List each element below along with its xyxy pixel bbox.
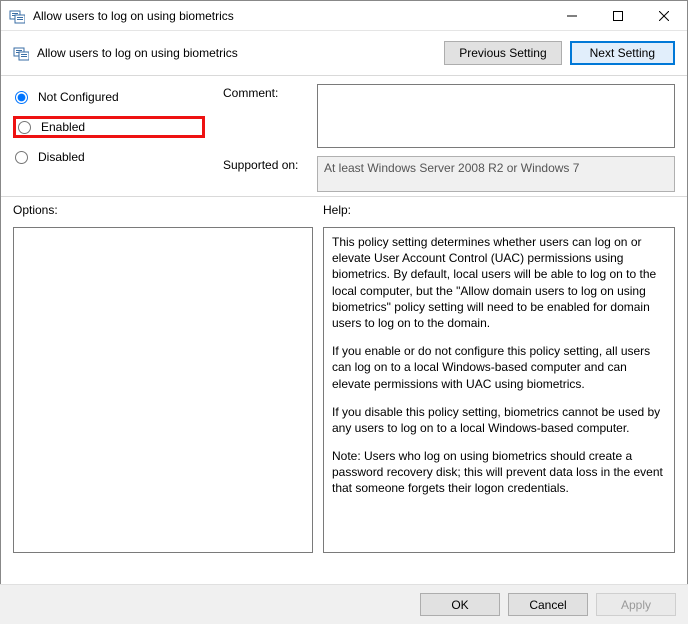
title-bar: Allow users to log on using biometrics bbox=[1, 1, 687, 31]
radio-not-configured-input[interactable] bbox=[15, 91, 28, 104]
help-column: Help: This policy setting determines whe… bbox=[323, 203, 675, 553]
options-label: Options: bbox=[13, 203, 313, 217]
policy-icon bbox=[13, 45, 29, 61]
comment-row: Comment: bbox=[223, 84, 675, 148]
app-icon bbox=[9, 8, 25, 24]
help-paragraph: If you enable or do not configure this p… bbox=[332, 343, 666, 392]
setting-name: Allow users to log on using biometrics bbox=[37, 46, 436, 60]
close-button[interactable] bbox=[641, 1, 687, 31]
header: Allow users to log on using biometrics P… bbox=[1, 31, 687, 75]
supported-value: At least Windows Server 2008 R2 or Windo… bbox=[317, 156, 675, 192]
help-label: Help: bbox=[323, 203, 675, 217]
radio-enabled-label: Enabled bbox=[41, 120, 85, 134]
radio-enabled-input[interactable] bbox=[18, 121, 31, 134]
footer: OK Cancel Apply bbox=[0, 584, 688, 624]
window-title: Allow users to log on using biometrics bbox=[33, 9, 549, 23]
help-paragraph: If you disable this policy setting, biom… bbox=[332, 404, 666, 436]
radio-not-configured[interactable]: Not Configured bbox=[13, 86, 223, 108]
supported-row: Supported on: At least Windows Server 20… bbox=[223, 156, 675, 192]
cancel-button[interactable]: Cancel bbox=[508, 593, 588, 616]
radio-disabled-input[interactable] bbox=[15, 151, 28, 164]
config-area: Not Configured Enabled Disabled Comment:… bbox=[1, 76, 687, 196]
supported-label: Supported on: bbox=[223, 156, 313, 172]
help-box[interactable]: This policy setting determines whether u… bbox=[323, 227, 675, 553]
radio-not-configured-label: Not Configured bbox=[38, 90, 119, 104]
radio-enabled[interactable]: Enabled bbox=[13, 116, 205, 138]
apply-button: Apply bbox=[596, 593, 676, 616]
next-setting-button[interactable]: Next Setting bbox=[570, 41, 675, 65]
fields-column: Comment: Supported on: At least Windows … bbox=[223, 84, 675, 192]
comment-label: Comment: bbox=[223, 84, 313, 100]
ok-button[interactable]: OK bbox=[420, 593, 500, 616]
options-column: Options: bbox=[13, 203, 313, 553]
state-radios: Not Configured Enabled Disabled bbox=[13, 84, 223, 192]
radio-disabled-label: Disabled bbox=[38, 150, 85, 164]
radio-disabled[interactable]: Disabled bbox=[13, 146, 223, 168]
minimize-button[interactable] bbox=[549, 1, 595, 31]
lower-area: Options: Help: This policy setting deter… bbox=[1, 197, 687, 553]
help-paragraph: This policy setting determines whether u… bbox=[332, 234, 666, 331]
previous-setting-button[interactable]: Previous Setting bbox=[444, 41, 561, 65]
maximize-button[interactable] bbox=[595, 1, 641, 31]
options-box bbox=[13, 227, 313, 553]
comment-input[interactable] bbox=[317, 84, 675, 148]
help-paragraph: Note: Users who log on using biometrics … bbox=[332, 448, 666, 497]
